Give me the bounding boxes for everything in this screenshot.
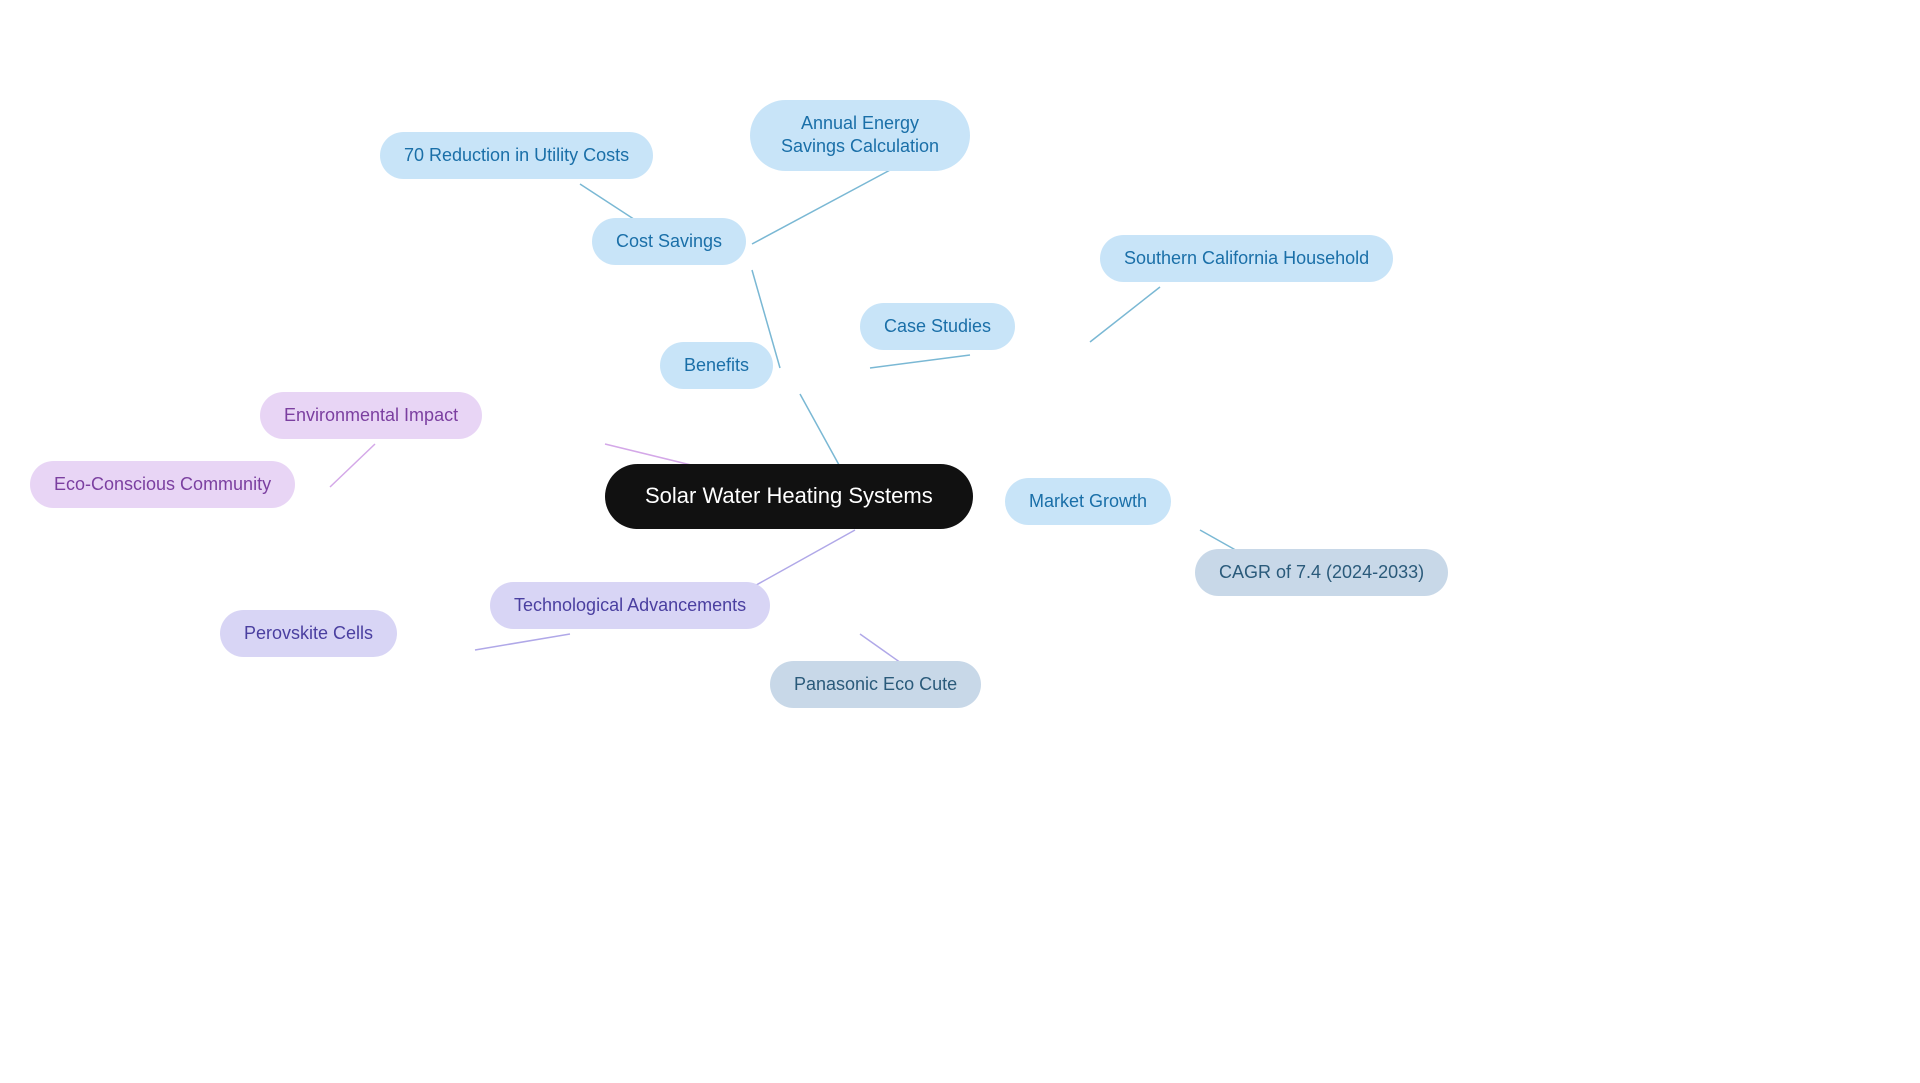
case-studies-node: Case Studies xyxy=(860,303,1015,350)
perovskite-node: Perovskite Cells xyxy=(220,610,397,657)
cost-savings-node: Cost Savings xyxy=(592,218,746,265)
market-growth-node: Market Growth xyxy=(1005,478,1171,525)
southern-cal-node: Southern California Household xyxy=(1100,235,1393,282)
annual-energy-node: Annual Energy Savings Calculation xyxy=(750,100,970,171)
center-node: Solar Water Heating Systems xyxy=(605,464,973,529)
reduction-node: 70 Reduction in Utility Costs xyxy=(380,132,653,179)
cagr-node: CAGR of 7.4 (2024-2033) xyxy=(1195,549,1448,596)
tech-adv-node: Technological Advancements xyxy=(490,582,770,629)
panasonic-node: Panasonic Eco Cute xyxy=(770,661,981,708)
eco-conscious-node: Eco-Conscious Community xyxy=(30,461,295,508)
benefits-node: Benefits xyxy=(660,342,773,389)
mind-map-connections xyxy=(0,0,1920,1083)
env-impact-node: Environmental Impact xyxy=(260,392,482,439)
